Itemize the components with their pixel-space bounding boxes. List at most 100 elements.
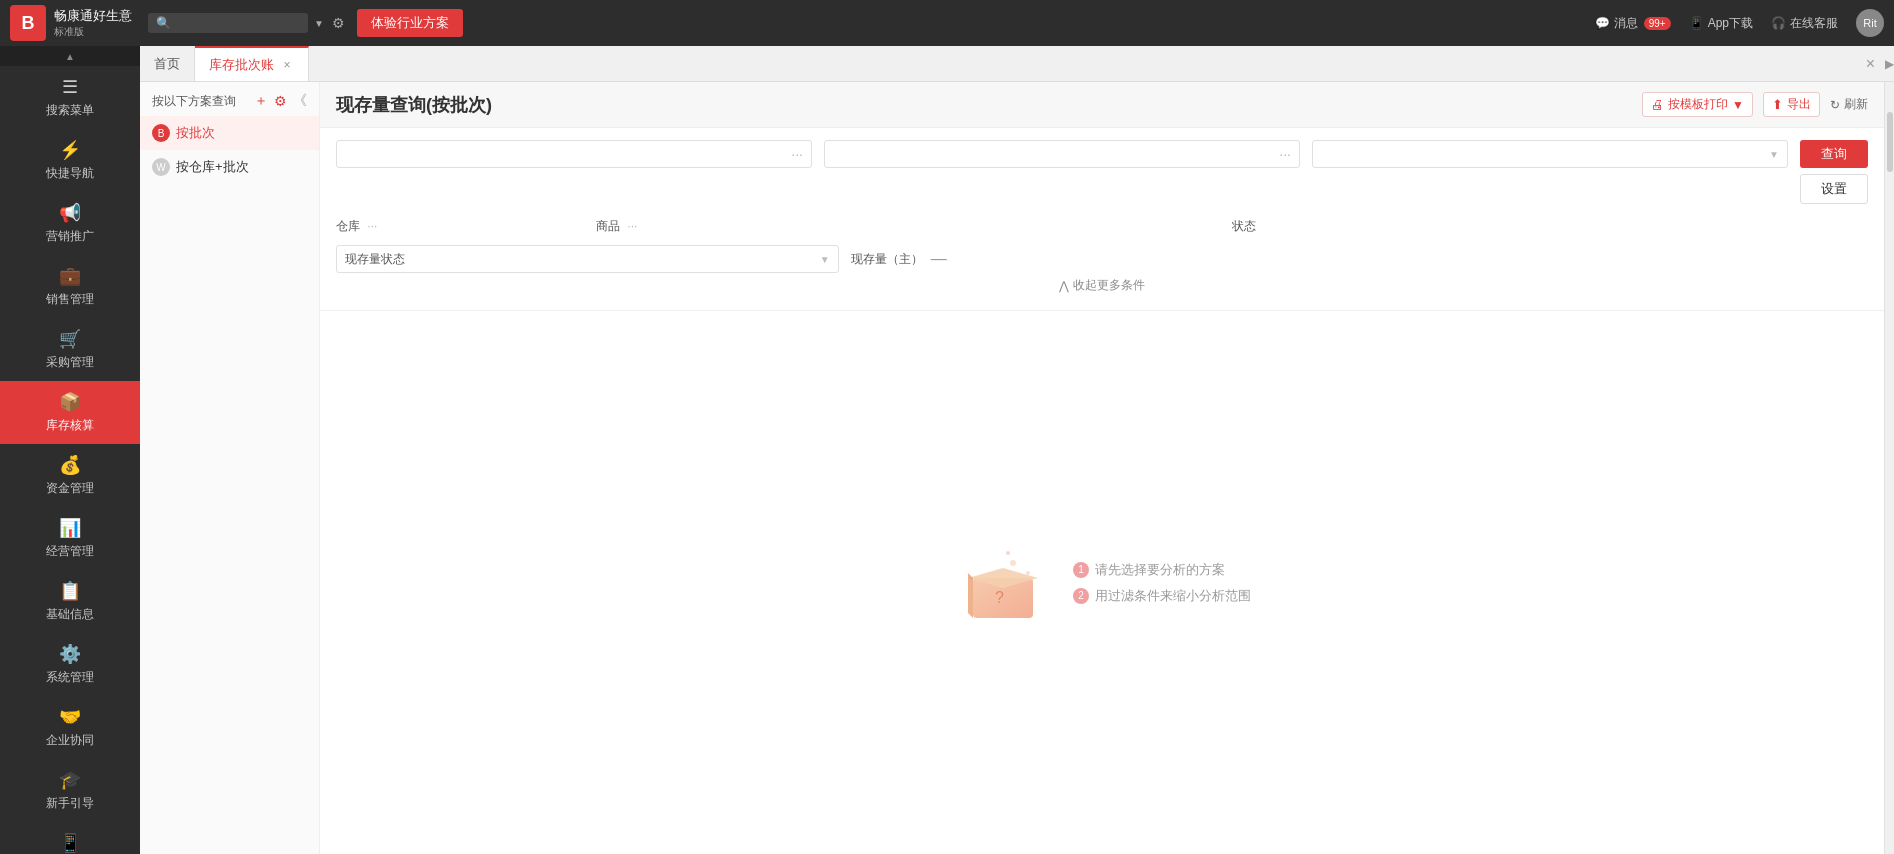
print-button[interactable]: 🖨 按模板打印 ▼ xyxy=(1642,92,1753,117)
warehouse-input[interactable] xyxy=(345,147,787,161)
sidebar-icon-purchase: 🛒 xyxy=(59,328,81,350)
right-scrollbar[interactable] xyxy=(1884,82,1894,854)
plan-item-by-batch[interactable]: B 按批次 xyxy=(140,116,319,150)
user-profile-item[interactable]: Rit xyxy=(1856,9,1884,37)
tab-close-button[interactable]: × xyxy=(280,58,294,72)
messages-item[interactable]: 💬 消息 99+ xyxy=(1595,15,1671,32)
plan-label-by-batch: 按批次 xyxy=(176,124,215,142)
search-input[interactable] xyxy=(175,16,295,30)
sidebar-label-enterprise: 企业协同 xyxy=(46,732,94,749)
query-button[interactable]: 查询 xyxy=(1800,140,1868,168)
right-panel: 现存量查询(按批次) 🖨 按模板打印 ▼ ⬆ 导出 ↻ xyxy=(320,82,1884,854)
collapse-panel-icon[interactable]: 《 xyxy=(293,92,307,110)
product-input-wrap[interactable]: ··· xyxy=(824,140,1300,168)
page-title: 现存量查询(按批次) xyxy=(336,93,492,117)
tab-more-icon[interactable]: ▶ xyxy=(1885,57,1894,71)
sidebar-item-operation[interactable]: 📊 经营管理 xyxy=(0,507,140,570)
filter-settings-button[interactable]: 设置 xyxy=(1800,174,1868,204)
sidebar-icon-basic: 📋 xyxy=(59,580,81,602)
sidebar-item-purchase[interactable]: 🛒 采购管理 xyxy=(0,318,140,381)
sidebar-item-system[interactable]: ⚙️ 系统管理 xyxy=(0,633,140,696)
product-col-label: 商品 ··· xyxy=(596,218,1232,235)
page-container: 按以下方案查询 ＋ ⚙ 《 B 按批次 W 按仓库+批次 xyxy=(140,82,1894,854)
status-col-label: 状态 xyxy=(1232,218,1868,235)
brand-edition: 标准版 xyxy=(54,25,132,39)
tip-text-1: 请先选择要分析的方案 xyxy=(1095,561,1225,579)
topbar-search-box[interactable]: 🔍 xyxy=(148,13,308,33)
online-service-item[interactable]: 🎧 在线客服 xyxy=(1771,15,1838,32)
sidebar-icon-system: ⚙️ xyxy=(59,643,81,665)
sidebar-label-system: 系统管理 xyxy=(46,669,94,686)
tip-text-2: 用过滤条件来缩小分析范围 xyxy=(1095,587,1251,605)
page-title-bar: 现存量查询(按批次) 🖨 按模板打印 ▼ ⬆ 导出 ↻ xyxy=(320,82,1884,128)
warehouse-label-text: 仓库 xyxy=(336,219,360,233)
warehouse-col-dots[interactable]: ··· xyxy=(367,219,377,233)
svg-point-3 xyxy=(1006,551,1010,555)
tab-inventory-batch[interactable]: 库存批次账 × xyxy=(195,46,309,81)
avatar-label: Rit xyxy=(1863,17,1876,29)
sidebar-item-inventory[interactable]: 📦 库存核算 xyxy=(0,381,140,444)
search-icon: 🔍 xyxy=(156,16,171,30)
avatar: Rit xyxy=(1856,9,1884,37)
plan-settings-icon[interactable]: ⚙ xyxy=(274,93,287,109)
refresh-button[interactable]: ↻ 刷新 xyxy=(1830,96,1868,113)
search-chevron-icon[interactable]: ▼ xyxy=(314,18,324,29)
sidebar-icon-newbie: 🎓 xyxy=(59,769,81,791)
stock-amount-field: 现存量（主） — xyxy=(851,250,1354,268)
sidebar-item-finance[interactable]: 💰 资金管理 xyxy=(0,444,140,507)
sidebar-item-marketing[interactable]: 📢 营销推广 xyxy=(0,192,140,255)
messages-badge: 99+ xyxy=(1644,17,1671,30)
tab-bar-close-icon[interactable]: × xyxy=(1866,55,1875,73)
plan-item-by-warehouse-batch[interactable]: W 按仓库+批次 xyxy=(140,150,319,184)
status-select-wrap[interactable]: ▼ xyxy=(1312,140,1788,168)
add-plan-icon[interactable]: ＋ xyxy=(254,92,268,110)
product-field: ··· xyxy=(824,140,1300,168)
topbar-gear-icon[interactable]: ⚙ xyxy=(332,15,345,31)
page-title-actions: 🖨 按模板打印 ▼ ⬆ 导出 ↻ 刷新 xyxy=(1642,92,1868,117)
sidebar-scroll-up[interactable]: ▲ xyxy=(0,46,140,66)
product-more-icon[interactable]: ··· xyxy=(1279,146,1291,162)
warehouse-more-icon[interactable]: ··· xyxy=(791,146,803,162)
empty-tips: 1 请先选择要分析的方案 2 用过滤条件来缩小分析范围 xyxy=(1073,561,1251,605)
content-area: 首页 库存批次账 × × ▶ 按以下方案查询 ＋ ⚙ 《 xyxy=(140,46,1894,854)
empty-tip-2: 2 用过滤条件来缩小分析范围 xyxy=(1073,587,1251,605)
stock-status-label: 现存量状态 xyxy=(345,251,405,268)
export-button[interactable]: ⬆ 导出 xyxy=(1763,92,1820,117)
stock-status-select[interactable]: 现存量状态 ▼ xyxy=(336,245,839,273)
trial-button[interactable]: 体验行业方案 xyxy=(357,9,463,37)
sidebar-label-operation: 经营管理 xyxy=(46,543,94,560)
sidebar-item-basic[interactable]: 📋 基础信息 xyxy=(0,570,140,633)
stock-amount-dash: — xyxy=(931,250,947,268)
filter-actions: 查询 设置 xyxy=(1800,140,1868,204)
sidebar-label-purchase: 采购管理 xyxy=(46,354,94,371)
status-label-text: 状态 xyxy=(1232,219,1256,233)
app-logo: B xyxy=(10,5,46,41)
sidebar-item-newbie[interactable]: 🎓 新手引导 xyxy=(0,759,140,822)
app-download-item[interactable]: 📱 App下载 xyxy=(1689,15,1753,32)
product-col-dots[interactable]: ··· xyxy=(627,219,637,233)
left-panel: 按以下方案查询 ＋ ⚙ 《 B 按批次 W 按仓库+批次 xyxy=(140,82,320,854)
tab-home[interactable]: 首页 xyxy=(140,46,195,81)
sidebar-item-quick-nav[interactable]: ⚡ 快捷导航 xyxy=(0,129,140,192)
main-layout: ▲ ☰ 搜索菜单 ⚡ 快捷导航 📢 营销推广 💼 销售管理 🛒 采购管理 📦 库… xyxy=(0,46,1894,854)
plan-icon-by-warehouse-batch: W xyxy=(152,158,170,176)
message-icon: 💬 xyxy=(1595,16,1610,30)
tab-bar: 首页 库存批次账 × × ▶ xyxy=(140,46,1894,82)
sidebar-item-sales[interactable]: 💼 销售管理 xyxy=(0,255,140,318)
filter-section: ··· ··· xyxy=(320,128,1884,311)
sidebar-icon-sales: 💼 xyxy=(59,265,81,287)
filter-collapse-row[interactable]: ⋀ 收起更多条件 xyxy=(336,273,1868,298)
sidebar-icon-inventory: 📦 xyxy=(59,391,81,413)
stock-status-chevron: ▼ xyxy=(820,254,830,265)
plan-items-container: B 按批次 W 按仓库+批次 xyxy=(140,116,319,184)
headset-icon: 🎧 xyxy=(1771,16,1786,30)
scrollbar-thumb xyxy=(1887,112,1893,172)
sidebar-item-search-menu[interactable]: ☰ 搜索菜单 xyxy=(0,66,140,129)
product-input[interactable] xyxy=(833,147,1275,161)
print-label: 按模板打印 xyxy=(1668,96,1728,113)
plan-icon-by-batch: B xyxy=(152,124,170,142)
sidebar-item-enterprise[interactable]: 🤝 企业协同 xyxy=(0,696,140,759)
warehouse-input-wrap[interactable]: ··· xyxy=(336,140,812,168)
sidebar-item-apps[interactable]: 📱 应用中心 xyxy=(0,822,140,854)
plan-label-by-warehouse-batch: 按仓库+批次 xyxy=(176,158,249,176)
